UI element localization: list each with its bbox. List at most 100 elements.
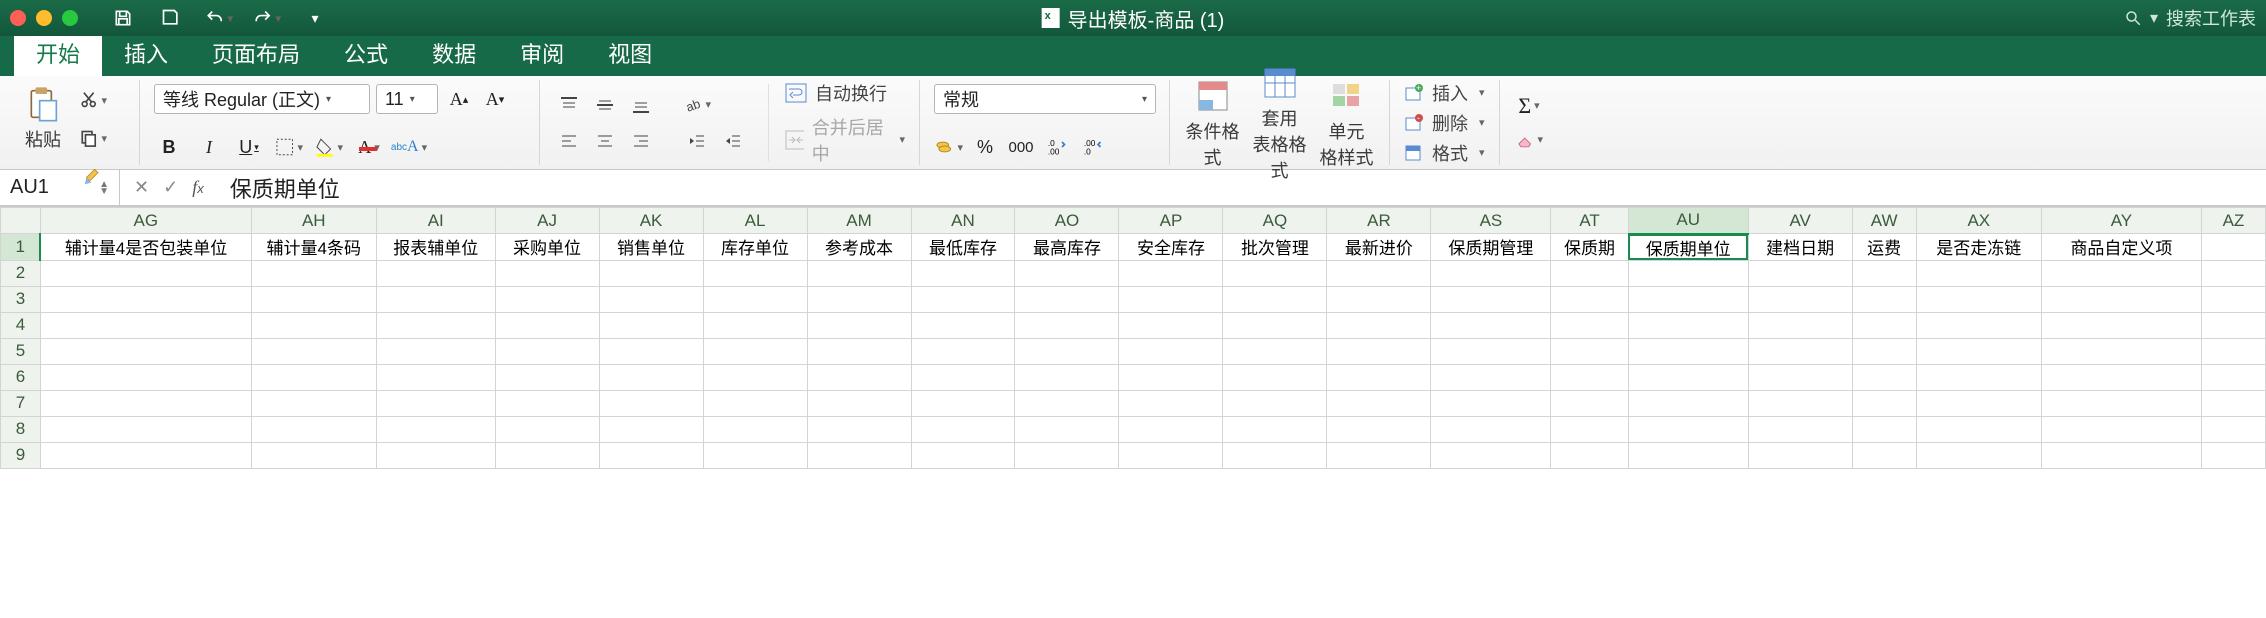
cell-AU2[interactable]	[1628, 260, 1748, 286]
row-header-1[interactable]: 1	[1, 234, 41, 261]
font-color-button[interactable]: A	[354, 133, 384, 161]
cell-AU9[interactable]	[1628, 442, 1748, 468]
cell-AZ5[interactable]	[2201, 338, 2265, 364]
col-header-AJ[interactable]: AJ	[495, 208, 599, 234]
cell-AZ2[interactable]	[2201, 260, 2265, 286]
cell-AW7[interactable]	[1852, 390, 1916, 416]
col-header-AR[interactable]: AR	[1327, 208, 1431, 234]
spreadsheet-grid[interactable]: AGAHAIAJAKALAMANAOAPAQARASATAUAVAWAXAYAZ…	[0, 206, 2266, 469]
cell-AM5[interactable]	[807, 338, 911, 364]
col-header-AG[interactable]: AG	[40, 208, 251, 234]
cell-AN2[interactable]	[911, 260, 1015, 286]
cell-AH5[interactable]	[251, 338, 376, 364]
cell-AM4[interactable]	[807, 312, 911, 338]
cell-AP3[interactable]	[1119, 286, 1223, 312]
col-header-AY[interactable]: AY	[2041, 208, 2201, 234]
cell-AL2[interactable]	[703, 260, 807, 286]
cell-AN5[interactable]	[911, 338, 1015, 364]
copy-button[interactable]	[78, 124, 108, 152]
cell-AN7[interactable]	[911, 390, 1015, 416]
col-header-AT[interactable]: AT	[1551, 208, 1628, 234]
cell-AX8[interactable]	[1916, 416, 2041, 442]
wrap-text-button[interactable]: 自动换行	[785, 80, 905, 106]
cell-AY4[interactable]	[2041, 312, 2201, 338]
cell-AQ6[interactable]	[1223, 364, 1327, 390]
cell-AW9[interactable]	[1852, 442, 1916, 468]
search-box[interactable]: ▾ 搜索工作表	[2124, 5, 2256, 31]
cell-AH2[interactable]	[251, 260, 376, 286]
cell-AJ1[interactable]: 采购单位	[495, 234, 599, 261]
cell-AJ8[interactable]	[495, 416, 599, 442]
cell-AK3[interactable]	[599, 286, 703, 312]
fx-icon[interactable]: fx	[192, 177, 204, 198]
format-cells-button[interactable]: 格式	[1404, 140, 1485, 166]
cell-AK8[interactable]	[599, 416, 703, 442]
cell-AJ6[interactable]	[495, 364, 599, 390]
tab-公式[interactable]: 公式	[322, 29, 410, 76]
cell-AW3[interactable]	[1852, 286, 1916, 312]
col-header-AS[interactable]: AS	[1431, 208, 1551, 234]
cell-AO4[interactable]	[1015, 312, 1119, 338]
cell-AV9[interactable]	[1748, 442, 1852, 468]
tab-页面布局[interactable]: 页面布局	[190, 29, 322, 76]
cell-AS9[interactable]	[1431, 442, 1551, 468]
col-header-AW[interactable]: AW	[1852, 208, 1916, 234]
insert-cells-button[interactable]: + 插入	[1404, 80, 1485, 106]
cell-AX1[interactable]: 是否走冻链	[1916, 234, 2041, 261]
col-header-AK[interactable]: AK	[599, 208, 703, 234]
cell-AV5[interactable]	[1748, 338, 1852, 364]
cell-AW1[interactable]: 运费	[1852, 234, 1916, 261]
cell-AH9[interactable]	[251, 442, 376, 468]
cell-AL1[interactable]: 库存单位	[703, 234, 807, 261]
cell-AV6[interactable]	[1748, 364, 1852, 390]
align-middle-button[interactable]	[590, 91, 620, 119]
paste-button[interactable]: 粘贴	[14, 84, 72, 152]
cell-AG8[interactable]	[40, 416, 251, 442]
cell-AS1[interactable]: 保质期管理	[1431, 234, 1551, 261]
decrease-decimal-button[interactable]: .00.0	[1078, 133, 1108, 161]
cell-AO2[interactable]	[1015, 260, 1119, 286]
cell-AT6[interactable]	[1551, 364, 1628, 390]
cell-AG9[interactable]	[40, 442, 251, 468]
cell-AH8[interactable]	[251, 416, 376, 442]
cell-AV4[interactable]	[1748, 312, 1852, 338]
cell-AV2[interactable]	[1748, 260, 1852, 286]
cell-AN6[interactable]	[911, 364, 1015, 390]
cell-AY9[interactable]	[2041, 442, 2201, 468]
cell-AT1[interactable]: 保质期	[1551, 234, 1628, 261]
cell-AN8[interactable]	[911, 416, 1015, 442]
align-center-button[interactable]	[590, 127, 620, 155]
format-as-table-button[interactable]: 套用 表格格式	[1251, 63, 1308, 183]
tab-插入[interactable]: 插入	[102, 29, 190, 76]
cell-AP2[interactable]	[1119, 260, 1223, 286]
font-name-combo[interactable]: 等线 Regular (正文)▾	[154, 84, 370, 114]
cell-AO1[interactable]: 最高库存	[1015, 234, 1119, 261]
col-header-AL[interactable]: AL	[703, 208, 807, 234]
cell-AU6[interactable]	[1628, 364, 1748, 390]
cell-AO3[interactable]	[1015, 286, 1119, 312]
cell-AI9[interactable]	[376, 442, 495, 468]
cell-AQ1[interactable]: 批次管理	[1223, 234, 1327, 261]
tab-视图[interactable]: 视图	[586, 29, 674, 76]
cell-AU4[interactable]	[1628, 312, 1748, 338]
cell-AY6[interactable]	[2041, 364, 2201, 390]
cell-AR1[interactable]: 最新进价	[1327, 234, 1431, 261]
cell-AQ5[interactable]	[1223, 338, 1327, 364]
increase-font-button[interactable]: A▴	[444, 85, 474, 113]
decrease-font-button[interactable]: A▾	[480, 85, 510, 113]
cell-AI7[interactable]	[376, 390, 495, 416]
col-header-AP[interactable]: AP	[1119, 208, 1223, 234]
cell-AO5[interactable]	[1015, 338, 1119, 364]
undo-button[interactable]	[204, 4, 234, 32]
cell-AZ7[interactable]	[2201, 390, 2265, 416]
cell-AG4[interactable]	[40, 312, 251, 338]
cell-AI8[interactable]	[376, 416, 495, 442]
row-header-6[interactable]: 6	[1, 364, 41, 390]
cell-AQ9[interactable]	[1223, 442, 1327, 468]
cell-AW4[interactable]	[1852, 312, 1916, 338]
cell-AP7[interactable]	[1119, 390, 1223, 416]
col-header-AN[interactable]: AN	[911, 208, 1015, 234]
cell-AX5[interactable]	[1916, 338, 2041, 364]
cell-AK6[interactable]	[599, 364, 703, 390]
tab-开始[interactable]: 开始	[14, 29, 102, 76]
